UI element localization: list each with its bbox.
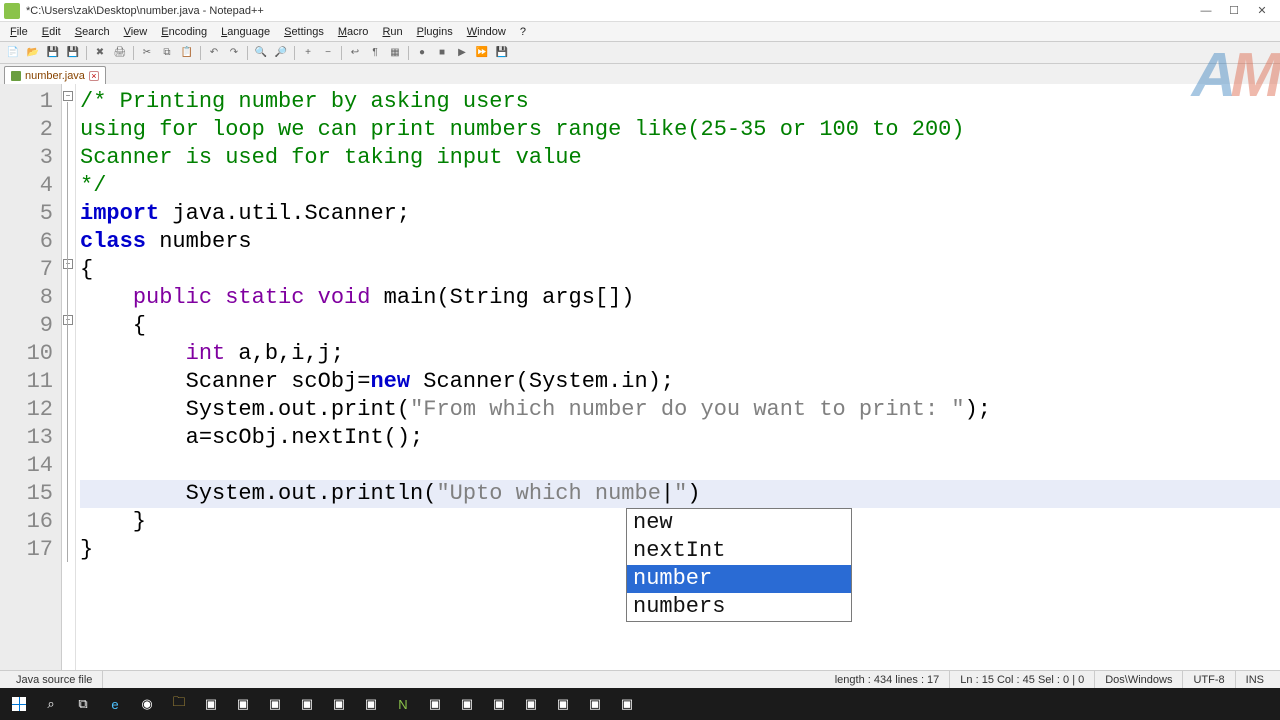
fold-toggle-icon[interactable]: − — [63, 91, 73, 101]
app-icon[interactable]: ▣ — [324, 691, 354, 717]
fold-column: − − − — [62, 84, 76, 670]
autocomplete-item[interactable]: nextInt — [627, 537, 851, 565]
menu-run[interactable]: Run — [376, 25, 408, 39]
title-bar: *C:\Users\zak\Desktop\number.java - Note… — [0, 0, 1280, 22]
print-icon[interactable]: 🖨 — [111, 44, 129, 62]
menu-plugins[interactable]: Plugins — [411, 25, 459, 39]
close-file-icon[interactable]: ✖ — [91, 44, 109, 62]
save-icon[interactable]: 💾 — [44, 44, 62, 62]
menu-encoding[interactable]: Encoding — [155, 25, 213, 39]
new-file-icon[interactable]: 📄 — [4, 44, 22, 62]
redo-icon[interactable]: ↷ — [225, 44, 243, 62]
toolbar: 📄 📂 💾 💾 ✖ 🖨 ✂ ⧉ 📋 ↶ ↷ 🔍 🔎 + − ↩ ¶ ▦ ● ■ … — [0, 42, 1280, 64]
menu-bar: File Edit Search View Encoding Language … — [0, 22, 1280, 42]
indent-guide-icon[interactable]: ▦ — [386, 44, 404, 62]
app-icon[interactable]: ▣ — [580, 691, 610, 717]
status-filetype: Java source file — [6, 671, 103, 688]
app-icon[interactable]: ▣ — [292, 691, 322, 717]
app-icon[interactable]: ▣ — [196, 691, 226, 717]
app-icon[interactable]: ▣ — [356, 691, 386, 717]
tab-file[interactable]: number.java × — [4, 66, 106, 84]
task-view-icon[interactable]: ⧉ — [68, 691, 98, 717]
status-position: Ln : 15 Col : 45 Sel : 0 | 0 — [950, 671, 1095, 688]
status-length: length : 434 lines : 17 — [825, 671, 951, 688]
copy-icon[interactable]: ⧉ — [158, 44, 176, 62]
menu-search[interactable]: Search — [69, 25, 116, 39]
macro-save-icon[interactable]: 💾 — [493, 44, 511, 62]
cut-icon[interactable]: ✂ — [138, 44, 156, 62]
autocomplete-item[interactable]: number — [627, 565, 851, 593]
app-icon[interactable]: ▣ — [612, 691, 642, 717]
wordwrap-icon[interactable]: ↩ — [346, 44, 364, 62]
minimize-button[interactable]: — — [1192, 2, 1220, 20]
save-all-icon[interactable]: 💾 — [64, 44, 82, 62]
menu-settings[interactable]: Settings — [278, 25, 330, 39]
app-icon[interactable]: ▣ — [228, 691, 258, 717]
autocomplete-item[interactable]: numbers — [627, 593, 851, 621]
tab-file-icon — [11, 71, 21, 81]
show-all-chars-icon[interactable]: ¶ — [366, 44, 384, 62]
notepadpp-icon[interactable]: N — [388, 691, 418, 717]
open-file-icon[interactable]: 📂 — [24, 44, 42, 62]
fold-toggle-icon[interactable]: − — [63, 259, 73, 269]
replace-icon[interactable]: 🔎 — [272, 44, 290, 62]
app-icon[interactable]: ▣ — [420, 691, 450, 717]
menu-file[interactable]: File — [4, 25, 34, 39]
menu-help[interactable]: ? — [514, 25, 532, 39]
app-icon[interactable]: ▣ — [260, 691, 290, 717]
app-icon[interactable]: ▣ — [484, 691, 514, 717]
window-title: *C:\Users\zak\Desktop\number.java - Note… — [26, 5, 1192, 17]
start-button[interactable] — [4, 691, 34, 717]
maximize-button[interactable]: ☐ — [1220, 2, 1248, 20]
status-bar: Java source file length : 434 lines : 17… — [0, 670, 1280, 688]
menu-language[interactable]: Language — [215, 25, 276, 39]
find-icon[interactable]: 🔍 — [252, 44, 270, 62]
zoom-out-icon[interactable]: − — [319, 44, 337, 62]
autocomplete-item[interactable]: new — [627, 509, 851, 537]
chrome-icon[interactable]: ◉ — [132, 691, 162, 717]
tab-label: number.java — [25, 70, 85, 82]
app-icon[interactable]: ▣ — [452, 691, 482, 717]
menu-window[interactable]: Window — [461, 25, 512, 39]
taskbar: ⌕ ⧉ e ◉ 🗀 ▣ ▣ ▣ ▣ ▣ ▣ N ▣ ▣ ▣ ▣ ▣ ▣ ▣ — [0, 688, 1280, 720]
app-icon — [4, 3, 20, 19]
undo-icon[interactable]: ↶ — [205, 44, 223, 62]
close-button[interactable]: ✕ — [1248, 2, 1276, 20]
edge-icon[interactable]: e — [100, 691, 130, 717]
menu-edit[interactable]: Edit — [36, 25, 67, 39]
macro-play-multi-icon[interactable]: ⏩ — [473, 44, 491, 62]
line-numbers: 1234567891011121314151617 — [0, 84, 62, 670]
status-mode: INS — [1236, 671, 1274, 688]
status-encoding: UTF-8 — [1183, 671, 1235, 688]
menu-view[interactable]: View — [118, 25, 154, 39]
menu-macro[interactable]: Macro — [332, 25, 375, 39]
macro-record-icon[interactable]: ● — [413, 44, 431, 62]
app-icon[interactable]: ▣ — [516, 691, 546, 717]
autocomplete-popup[interactable]: newnextIntnumbernumbers — [626, 508, 852, 622]
macro-stop-icon[interactable]: ■ — [433, 44, 451, 62]
editor[interactable]: 1234567891011121314151617 − − − /* Print… — [0, 84, 1280, 670]
tab-close-icon[interactable]: × — [89, 71, 99, 81]
tab-bar: number.java × — [0, 64, 1280, 84]
search-icon[interactable]: ⌕ — [36, 691, 66, 717]
paste-icon[interactable]: 📋 — [178, 44, 196, 62]
macro-play-icon[interactable]: ▶ — [453, 44, 471, 62]
folder-icon[interactable]: 🗀 — [164, 691, 194, 717]
status-eol: Dos\Windows — [1095, 671, 1183, 688]
app-icon[interactable]: ▣ — [548, 691, 578, 717]
fold-toggle-icon[interactable]: − — [63, 315, 73, 325]
zoom-in-icon[interactable]: + — [299, 44, 317, 62]
